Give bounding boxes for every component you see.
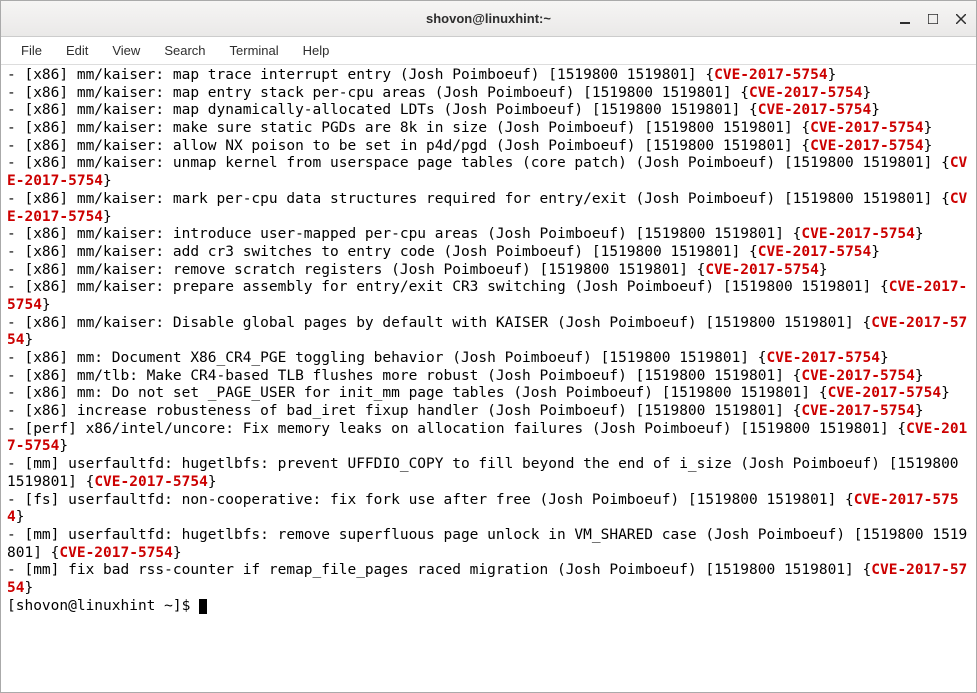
cve-id: CVE-2017-5754	[801, 368, 915, 384]
cve-id: CVE-2017-5754	[810, 138, 924, 154]
cve-id: CVE-2017-5754	[7, 191, 967, 225]
changelog-line: - [x86] mm/tlb: Make CR4-based TLB flush…	[7, 368, 924, 384]
cve-id: CVE-2017-5754	[749, 85, 863, 101]
minimize-button[interactable]	[896, 10, 914, 28]
changelog-line: - [x86] mm/kaiser: remove scratch regist…	[7, 262, 828, 278]
cve-id: CVE-2017-5754	[7, 492, 959, 526]
cve-id: CVE-2017-5754	[810, 120, 924, 136]
cve-id: CVE-2017-5754	[94, 474, 208, 490]
terminal-window: shovon@linuxhint:~ File Edit View Search…	[0, 0, 977, 693]
changelog-line: - [x86] mm/kaiser: mark per-cpu data str…	[7, 191, 967, 225]
titlebar[interactable]: shovon@linuxhint:~	[1, 1, 976, 37]
changelog-line: - [mm] fix bad rss-counter if remap_file…	[7, 562, 967, 596]
changelog-line: - [x86] mm/kaiser: allow NX poison to be…	[7, 138, 932, 154]
cursor	[199, 599, 207, 614]
changelog-line: - [x86] mm/kaiser: make sure static PGDs…	[7, 120, 932, 136]
cve-id: CVE-2017-5754	[758, 244, 872, 260]
changelog-line: - [x86] mm/kaiser: map dynamically-alloc…	[7, 102, 880, 118]
close-icon	[956, 14, 966, 24]
cve-id: CVE-2017-5754	[7, 315, 967, 349]
changelog-line: - [x86] mm/kaiser: add cr3 switches to e…	[7, 244, 880, 260]
changelog-line: - [x86] mm/kaiser: map trace interrupt e…	[7, 67, 836, 83]
cve-id: CVE-2017-5754	[7, 279, 967, 313]
maximize-button[interactable]	[924, 10, 942, 28]
cve-id: CVE-2017-5754	[801, 403, 915, 419]
cve-id: CVE-2017-5754	[7, 562, 967, 596]
cve-id: CVE-2017-5754	[758, 102, 872, 118]
changelog-line: - [x86] mm/kaiser: introduce user-mapped…	[7, 226, 924, 242]
cve-id: CVE-2017-5754	[828, 385, 942, 401]
changelog-line: - [x86] increase robusteness of bad_iret…	[7, 403, 924, 419]
terminal-output[interactable]: - [x86] mm/kaiser: map trace interrupt e…	[1, 65, 976, 692]
changelog-line: - [x86] mm: Do not set _PAGE_USER for in…	[7, 385, 950, 401]
menubar: File Edit View Search Terminal Help	[1, 37, 976, 65]
cve-id: CVE-2017-5754	[7, 155, 967, 189]
menu-file[interactable]: File	[9, 39, 54, 62]
cve-id: CVE-2017-5754	[714, 67, 828, 83]
maximize-icon	[928, 14, 938, 24]
changelog-line: - [fs] userfaultfd: non-cooperative: fix…	[7, 492, 959, 526]
changelog-line: - [perf] x86/intel/uncore: Fix memory le…	[7, 421, 967, 455]
cve-id: CVE-2017-5754	[801, 226, 915, 242]
changelog-line: - [mm] userfaultfd: hugetlbfs: prevent U…	[7, 456, 967, 490]
cve-id: CVE-2017-5754	[59, 545, 173, 561]
cve-id: CVE-2017-5754	[767, 350, 881, 366]
window-title: shovon@linuxhint:~	[426, 11, 551, 26]
menu-view[interactable]: View	[100, 39, 152, 62]
changelog-line: - [x86] mm: Document X86_CR4_PGE togglin…	[7, 350, 889, 366]
minimize-icon	[900, 14, 910, 24]
menu-help[interactable]: Help	[291, 39, 342, 62]
menu-terminal[interactable]: Terminal	[218, 39, 291, 62]
menu-search[interactable]: Search	[152, 39, 217, 62]
cve-id: CVE-2017-5754	[7, 421, 967, 455]
titlebar-controls	[896, 10, 970, 28]
changelog-line: - [mm] userfaultfd: hugetlbfs: remove su…	[7, 527, 967, 561]
shell-prompt: [shovon@linuxhint ~]$	[7, 598, 199, 614]
changelog-line: - [x86] mm/kaiser: Disable global pages …	[7, 315, 967, 349]
changelog-line: - [x86] mm/kaiser: prepare assembly for …	[7, 279, 967, 313]
close-button[interactable]	[952, 10, 970, 28]
changelog-line: - [x86] mm/kaiser: unmap kernel from use…	[7, 155, 967, 189]
cve-id: CVE-2017-5754	[705, 262, 819, 278]
changelog-line: - [x86] mm/kaiser: map entry stack per-c…	[7, 85, 871, 101]
menu-edit[interactable]: Edit	[54, 39, 100, 62]
